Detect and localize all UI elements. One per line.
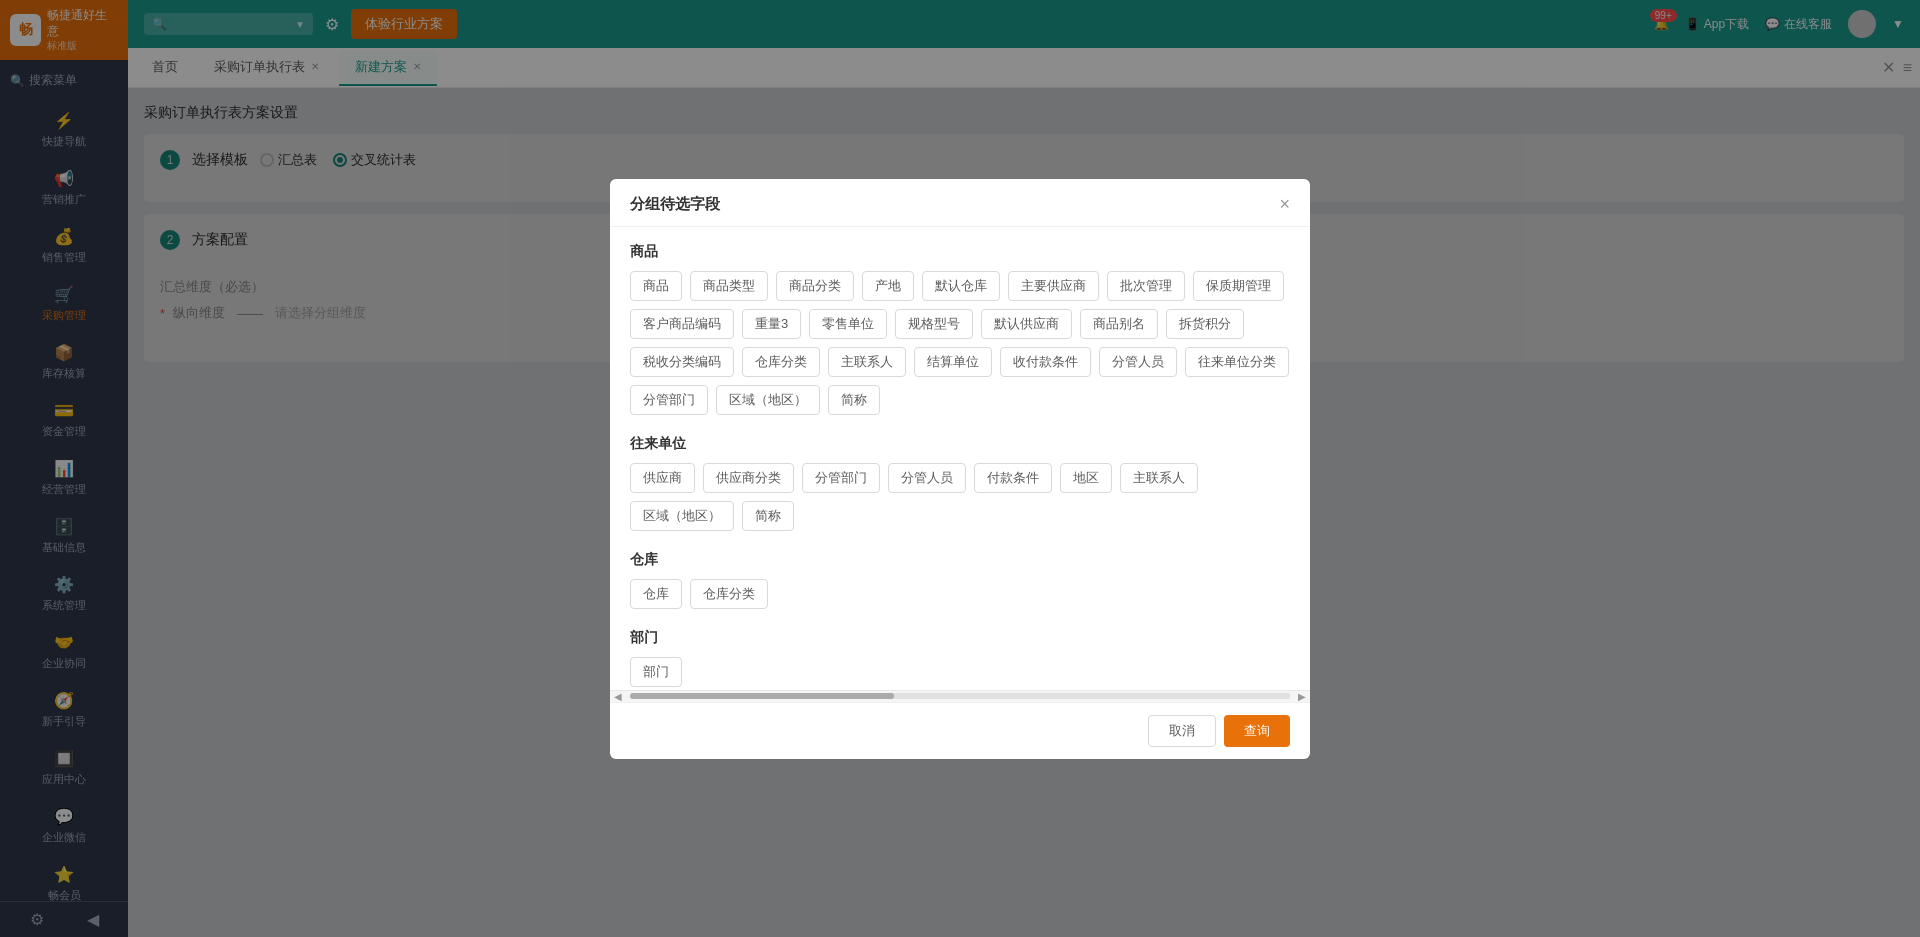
field-tag[interactable]: 结算单位 xyxy=(914,347,992,377)
field-tag[interactable]: 分管部门 xyxy=(802,463,880,493)
field-group-title-product: 商品 xyxy=(630,243,1290,261)
field-tag[interactable]: 分管人员 xyxy=(1099,347,1177,377)
modal-confirm-button[interactable]: 查询 xyxy=(1224,715,1290,747)
field-tag[interactable]: 客户商品编码 xyxy=(630,309,734,339)
field-tag[interactable]: 主要供应商 xyxy=(1008,271,1099,301)
hscroll-right-arrow[interactable]: ▶ xyxy=(1294,691,1310,702)
field-tag[interactable]: 地区 xyxy=(1060,463,1112,493)
field-group-title-department: 部门 xyxy=(630,629,1290,647)
field-tag[interactable]: 分管人员 xyxy=(888,463,966,493)
field-tag[interactable]: 默认仓库 xyxy=(922,271,1000,301)
field-tag[interactable]: 往来单位分类 xyxy=(1185,347,1289,377)
field-tag[interactable]: 供应商分类 xyxy=(703,463,794,493)
hscroll-left-arrow[interactable]: ◀ xyxy=(610,691,626,702)
field-tag[interactable]: 区域（地区） xyxy=(716,385,820,415)
field-group-title-warehouse: 仓库 xyxy=(630,551,1290,569)
hscroll-thumb xyxy=(630,693,894,699)
field-tag[interactable]: 批次管理 xyxy=(1107,271,1185,301)
field-tag[interactable]: 部门 xyxy=(630,657,682,687)
field-list-product: 商品商品类型商品分类产地默认仓库主要供应商批次管理保质期管理客户商品编码重量3 零… xyxy=(630,271,1290,415)
field-tag[interactable]: 重量3 xyxy=(742,309,801,339)
field-tag[interactable]: 仓库 xyxy=(630,579,682,609)
field-tag[interactable]: 主联系人 xyxy=(828,347,906,377)
field-group-warehouse: 仓库仓库仓库分类 xyxy=(630,551,1290,609)
field-tag[interactable]: 区域（地区） xyxy=(630,501,734,531)
field-group-product: 商品商品商品类型商品分类产地默认仓库主要供应商批次管理保质期管理客户商品编码重量… xyxy=(630,243,1290,415)
modal-title: 分组待选字段 xyxy=(630,195,720,214)
field-tag[interactable]: 付款条件 xyxy=(974,463,1052,493)
modal-horizontal-scrollbar[interactable]: ◀ ▶ xyxy=(610,690,1310,702)
modal-cancel-button[interactable]: 取消 xyxy=(1148,715,1216,747)
field-tag[interactable]: 保质期管理 xyxy=(1193,271,1284,301)
field-tag[interactable]: 供应商 xyxy=(630,463,695,493)
field-group-department: 部门部门 xyxy=(630,629,1290,687)
field-tag[interactable]: 零售单位 xyxy=(809,309,887,339)
modal-footer: 取消 查询 xyxy=(610,702,1310,759)
field-tag[interactable]: 商品 xyxy=(630,271,682,301)
field-tag[interactable]: 规格型号 xyxy=(895,309,973,339)
field-tag[interactable]: 主联系人 xyxy=(1120,463,1198,493)
field-tag[interactable]: 收付款条件 xyxy=(1000,347,1091,377)
field-list-warehouse: 仓库仓库分类 xyxy=(630,579,1290,609)
field-tag[interactable]: 分管部门 xyxy=(630,385,708,415)
field-tag[interactable]: 简称 xyxy=(742,501,794,531)
field-tag[interactable]: 仓库分类 xyxy=(742,347,820,377)
modal-close-button[interactable]: × xyxy=(1279,195,1290,213)
field-tag[interactable]: 简称 xyxy=(828,385,880,415)
field-tag[interactable]: 默认供应商 xyxy=(981,309,1072,339)
field-group-title-partner: 往来单位 xyxy=(630,435,1290,453)
field-tag[interactable]: 产地 xyxy=(862,271,914,301)
field-list-department: 部门 xyxy=(630,657,1290,687)
field-tag[interactable]: 拆货积分 xyxy=(1166,309,1244,339)
field-list-partner: 供应商供应商分类分管部门分管人员付款条件地区主联系人区域（地区） 简称 xyxy=(630,463,1290,531)
modal-header: 分组待选字段 × xyxy=(610,179,1310,227)
field-tag[interactable]: 商品类型 xyxy=(690,271,768,301)
field-tag[interactable]: 仓库分类 xyxy=(690,579,768,609)
field-tag[interactable]: 商品别名 xyxy=(1080,309,1158,339)
modal-body[interactable]: 商品商品商品类型商品分类产地默认仓库主要供应商批次管理保质期管理客户商品编码重量… xyxy=(610,227,1310,690)
field-tag[interactable]: 商品分类 xyxy=(776,271,854,301)
field-group-partner: 往来单位供应商供应商分类分管部门分管人员付款条件地区主联系人区域（地区） 简称 xyxy=(630,435,1290,531)
hscroll-track xyxy=(630,693,1290,699)
field-tag[interactable]: 税收分类编码 xyxy=(630,347,734,377)
modal-overlay: 分组待选字段 × 商品商品商品类型商品分类产地默认仓库主要供应商批次管理保质期管… xyxy=(0,0,1920,937)
field-select-modal: 分组待选字段 × 商品商品商品类型商品分类产地默认仓库主要供应商批次管理保质期管… xyxy=(610,179,1310,759)
